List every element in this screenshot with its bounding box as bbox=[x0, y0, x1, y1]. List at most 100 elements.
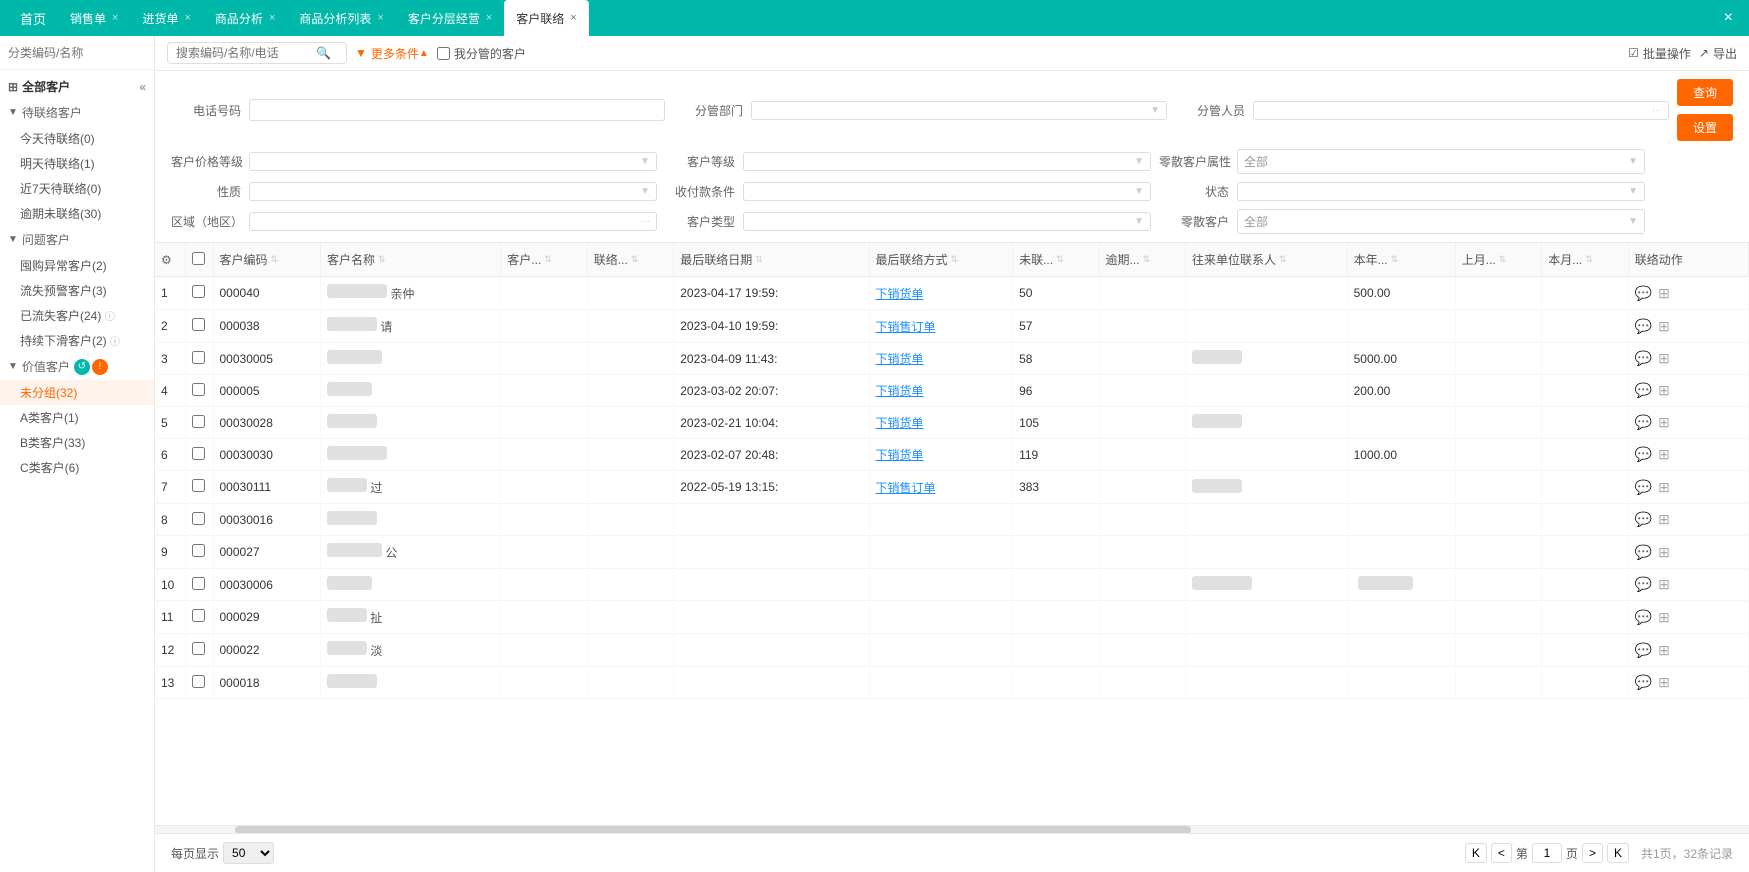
phone-icon[interactable]: 💬 bbox=[1635, 446, 1652, 463]
sidebar-item-classA[interactable]: A类客户(1) bbox=[0, 405, 154, 430]
customer-type-select[interactable]: ▼ bbox=[743, 212, 1151, 231]
nav-home[interactable]: 首页 bbox=[8, 9, 58, 28]
row-checkbox[interactable] bbox=[185, 634, 213, 667]
sidebar-item-churn-warning[interactable]: 流失预警客户(3) bbox=[0, 278, 154, 303]
prev-page-btn[interactable]: < bbox=[1491, 843, 1512, 863]
nav-sales[interactable]: 销售单 × bbox=[58, 0, 130, 36]
reset-button[interactable]: 设置 bbox=[1677, 114, 1733, 141]
group-problem-customers[interactable]: ▼ 问题客户 bbox=[0, 226, 154, 253]
page-size-select[interactable]: 50 20 100 bbox=[223, 842, 274, 864]
sidebar-item-7days[interactable]: 近7天待联络(0) bbox=[0, 176, 154, 201]
grid-action-icon[interactable]: ⊞ bbox=[1658, 511, 1670, 528]
row-checkbox[interactable] bbox=[185, 601, 213, 634]
my-customers-checkbox[interactable] bbox=[437, 47, 450, 60]
bulk-op-btn[interactable]: ☑ 批量操作 bbox=[1628, 45, 1691, 62]
row-checkbox[interactable] bbox=[185, 569, 213, 601]
scatter-attr-select[interactable]: 全部 ▼ bbox=[1237, 149, 1645, 174]
row-no: 10 bbox=[155, 569, 185, 601]
grid-action-icon[interactable]: ⊞ bbox=[1658, 674, 1670, 691]
main-search-input[interactable] bbox=[176, 46, 316, 60]
grid-action-icon[interactable]: ⊞ bbox=[1658, 544, 1670, 561]
sidebar-item-overdue[interactable]: 逾期未联络(30) bbox=[0, 201, 154, 226]
select-all-checkbox[interactable] bbox=[192, 252, 205, 265]
phone-icon[interactable]: 💬 bbox=[1635, 318, 1652, 335]
phone-icon[interactable]: 💬 bbox=[1635, 511, 1652, 528]
sidebar-item-ungrouped[interactable]: 未分组(32) bbox=[0, 380, 154, 405]
grid-action-icon[interactable]: ⊞ bbox=[1658, 350, 1670, 367]
sidebar-item-classB[interactable]: B类客户(33) bbox=[0, 430, 154, 455]
phone-icon[interactable]: 💬 bbox=[1635, 674, 1652, 691]
all-customers-header[interactable]: ⊞ 全部客户 « bbox=[0, 70, 154, 99]
sidebar-item-abnormal[interactable]: 囤购异常客户(2) bbox=[0, 253, 154, 278]
phone-icon[interactable]: 💬 bbox=[1635, 609, 1652, 626]
nav-purchase[interactable]: 进货单 × bbox=[130, 0, 202, 36]
phone-icon[interactable]: 💬 bbox=[1635, 576, 1652, 593]
nature-select[interactable]: ▼ bbox=[249, 182, 657, 201]
grid-action-icon[interactable]: ⊞ bbox=[1658, 382, 1670, 399]
grid-action-icon[interactable]: ⊞ bbox=[1658, 414, 1670, 431]
row-this-month bbox=[1542, 343, 1628, 375]
row-checkbox[interactable] bbox=[185, 504, 213, 536]
grid-action-icon[interactable]: ⊞ bbox=[1658, 576, 1670, 593]
query-button[interactable]: 查询 bbox=[1677, 79, 1733, 106]
next-page-btn[interactable]: > bbox=[1582, 843, 1603, 863]
sidebar-item-today[interactable]: 今天待联络(0) bbox=[0, 126, 154, 151]
region-select[interactable]: ··· bbox=[249, 212, 657, 231]
row-checkbox[interactable] bbox=[185, 277, 213, 310]
sidebar-item-churned[interactable]: 已流失客户(24) ⓘ bbox=[0, 303, 154, 328]
sidebar-item-declining[interactable]: 持续下滑客户(2) ⓘ bbox=[0, 328, 154, 353]
more-conditions-btn[interactable]: ▼ 更多条件 ▲ bbox=[355, 45, 429, 62]
payment-select[interactable]: ▼ bbox=[743, 182, 1151, 201]
row-checkbox[interactable] bbox=[185, 407, 213, 439]
nav-product-analysis[interactable]: 商品分析 × bbox=[203, 0, 287, 36]
manager-select[interactable]: ··· bbox=[1253, 101, 1669, 120]
grid-action-icon[interactable]: ⊞ bbox=[1658, 609, 1670, 626]
search-icon[interactable]: 🔍 bbox=[316, 46, 331, 60]
window-close-icon[interactable]: × bbox=[1716, 9, 1741, 27]
row-checkbox[interactable] bbox=[185, 667, 213, 699]
grid-action-icon[interactable]: ⊞ bbox=[1658, 318, 1670, 335]
nav-customer-tier[interactable]: 客户分层经营 × bbox=[396, 0, 504, 36]
price-level-select[interactable]: ▼ bbox=[249, 152, 657, 171]
my-customers-checkbox-label[interactable]: 我分管的客户 bbox=[437, 45, 526, 62]
grid-action-icon[interactable]: ⊞ bbox=[1658, 446, 1670, 463]
collapse-icon[interactable]: « bbox=[139, 80, 146, 94]
grid-action-icon[interactable]: ⊞ bbox=[1658, 285, 1670, 302]
grid-action-icon[interactable]: ⊞ bbox=[1658, 642, 1670, 659]
scatter-customer-select[interactable]: 全部 ▼ bbox=[1237, 209, 1645, 234]
dept-select[interactable]: ▼ bbox=[751, 101, 1167, 120]
status-select[interactable]: ▼ bbox=[1237, 182, 1645, 201]
row-checkbox[interactable] bbox=[185, 310, 213, 343]
nav-customer-contact[interactable]: 客户联络 × bbox=[504, 0, 588, 36]
first-page-btn[interactable]: K bbox=[1465, 843, 1487, 863]
phone-icon[interactable]: 💬 bbox=[1635, 544, 1652, 561]
row-code: 000005 bbox=[213, 375, 321, 407]
page-number-input[interactable] bbox=[1532, 843, 1562, 863]
sidebar-item-classC[interactable]: C类客户(6) bbox=[0, 455, 154, 480]
phone-icon[interactable]: 💬 bbox=[1635, 479, 1652, 496]
group-value-customers[interactable]: ▼ 价值客户 ↺ ! bbox=[0, 353, 154, 380]
customer-level-select[interactable]: ▼ bbox=[743, 152, 1151, 171]
last-page-btn[interactable]: K bbox=[1607, 843, 1629, 863]
row-last-month bbox=[1455, 375, 1541, 407]
row-checkbox[interactable] bbox=[185, 471, 213, 504]
phone-icon[interactable]: 💬 bbox=[1635, 642, 1652, 659]
phone-input[interactable] bbox=[249, 99, 665, 121]
grid-action-icon[interactable]: ⊞ bbox=[1658, 479, 1670, 496]
settings-icon[interactable]: ⚙ bbox=[161, 253, 172, 267]
row-checkbox[interactable] bbox=[185, 536, 213, 569]
export-btn[interactable]: ↗ 导出 bbox=[1699, 45, 1737, 62]
row-checkbox[interactable] bbox=[185, 375, 213, 407]
phone-icon[interactable]: 💬 bbox=[1635, 350, 1652, 367]
phone-icon[interactable]: 💬 bbox=[1635, 414, 1652, 431]
nav-product-analysis-list[interactable]: 商品分析列表 × bbox=[287, 0, 395, 36]
row-checkbox[interactable] bbox=[185, 439, 213, 471]
group-pending-contact[interactable]: ▼ 待联络客户 bbox=[0, 99, 154, 126]
refresh-icon[interactable]: ↺ bbox=[74, 359, 90, 375]
phone-icon[interactable]: 💬 bbox=[1635, 382, 1652, 399]
sidebar-item-tomorrow[interactable]: 明天待联络(1) bbox=[0, 151, 154, 176]
row-checkbox[interactable] bbox=[185, 343, 213, 375]
row-name bbox=[321, 343, 501, 375]
sidebar-search-input[interactable] bbox=[8, 46, 155, 60]
phone-icon[interactable]: 💬 bbox=[1635, 285, 1652, 302]
